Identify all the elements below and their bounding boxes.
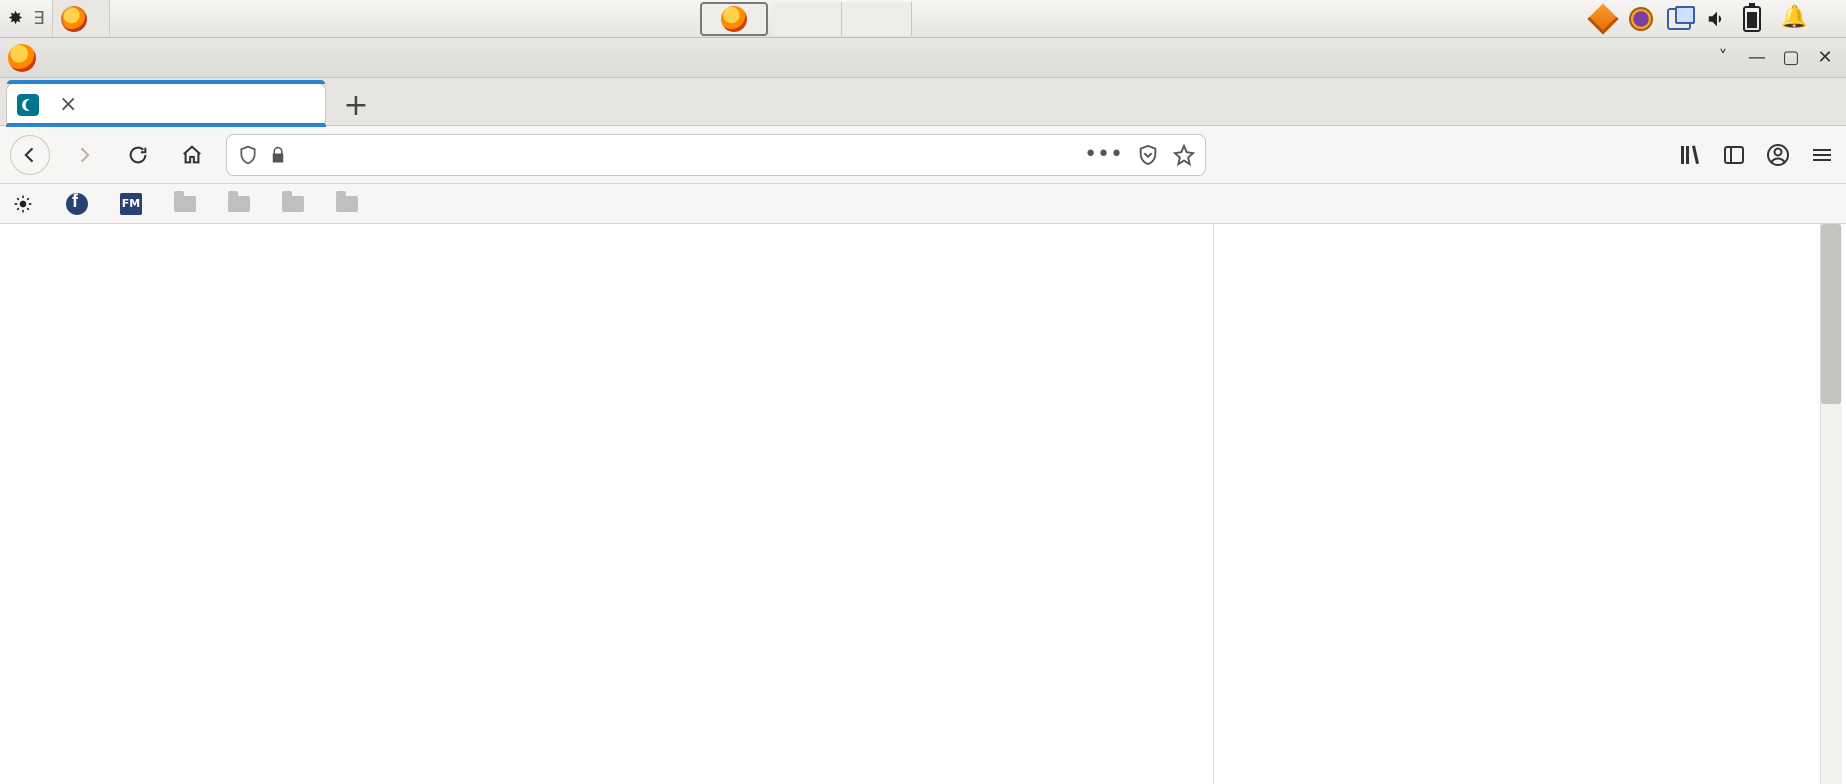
navigation-toolbar: ••• bbox=[0, 126, 1846, 184]
toolbar-right bbox=[1676, 141, 1836, 169]
page-sidebar bbox=[1213, 224, 1713, 784]
taskbar-item-firefox[interactable] bbox=[53, 0, 110, 37]
battery-indicator[interactable] bbox=[1743, 6, 1767, 32]
new-tab-button[interactable]: + bbox=[336, 85, 376, 125]
home-button[interactable] bbox=[172, 135, 212, 175]
page-actions-icon[interactable]: ••• bbox=[1084, 142, 1123, 167]
taskbar-slot[interactable] bbox=[772, 2, 842, 36]
tray-updates-icon[interactable] bbox=[1629, 7, 1653, 31]
network-icon[interactable] bbox=[1667, 7, 1691, 31]
fedora-icon bbox=[66, 193, 88, 215]
fm-icon: FM bbox=[120, 193, 142, 215]
page-viewport bbox=[0, 224, 1846, 784]
desktop-panel: ✸ ∃ 🔔 bbox=[0, 0, 1846, 38]
back-button[interactable] bbox=[10, 135, 50, 175]
taskbar-slot[interactable] bbox=[842, 2, 912, 36]
taskbar-active-window[interactable] bbox=[700, 2, 768, 36]
folder-icon bbox=[174, 196, 196, 212]
folder-icon bbox=[228, 196, 250, 212]
sidebar-icon[interactable] bbox=[1720, 141, 1748, 169]
taskbar-empty-slots bbox=[772, 2, 912, 36]
lock-icon[interactable] bbox=[269, 146, 287, 164]
download-list bbox=[223, 224, 1213, 784]
bookmark-fedora-magazine[interactable]: FM bbox=[120, 193, 150, 215]
firefox-icon bbox=[721, 6, 747, 32]
window-minimize-button[interactable]: — bbox=[1740, 42, 1774, 72]
window-titlebar: ˅ — ▢ ✕ bbox=[0, 38, 1846, 78]
window-minimize-down-icon[interactable]: ˅ bbox=[1706, 42, 1740, 72]
bookmark-red-hat[interactable] bbox=[282, 196, 312, 212]
window-controls: ˅ — ▢ ✕ bbox=[1706, 42, 1842, 72]
bookmark-free-content[interactable] bbox=[336, 196, 366, 212]
bookmark-star-icon[interactable] bbox=[1173, 144, 1195, 166]
applications-chevron-icon: ∃ bbox=[33, 8, 44, 29]
window-close-button[interactable]: ✕ bbox=[1808, 42, 1842, 72]
hamburger-menu-icon[interactable] bbox=[1808, 141, 1836, 169]
applications-icon: ✸ bbox=[8, 8, 23, 29]
library-icon[interactable] bbox=[1676, 141, 1704, 169]
battery-icon bbox=[1743, 6, 1761, 32]
scrollbar-thumb[interactable] bbox=[1821, 224, 1841, 404]
bookmark-fedora-project[interactable] bbox=[174, 196, 204, 212]
firefox-icon bbox=[8, 44, 36, 72]
reload-button[interactable] bbox=[118, 135, 158, 175]
firefox-window: ˅ — ▢ ✕ × + bbox=[0, 38, 1846, 784]
url-bar[interactable]: ••• bbox=[226, 134, 1206, 176]
firefox-icon bbox=[61, 6, 87, 32]
tracking-protection-icon[interactable] bbox=[237, 144, 259, 166]
browser-tab[interactable]: × bbox=[6, 83, 326, 125]
url-bar-actions: ••• bbox=[1084, 142, 1195, 167]
tab-bar: × + bbox=[0, 78, 1846, 126]
volume-icon[interactable] bbox=[1705, 7, 1729, 31]
bookmark-fedora-docs[interactable] bbox=[66, 193, 96, 215]
bookmarks-toolbar: FM bbox=[0, 184, 1846, 224]
bookmark-user-communities[interactable] bbox=[228, 196, 258, 212]
star-gear-icon bbox=[12, 193, 34, 215]
forward-button[interactable] bbox=[64, 135, 104, 175]
folder-icon bbox=[282, 196, 304, 212]
tab-favicon-icon bbox=[17, 94, 39, 116]
account-icon[interactable] bbox=[1764, 141, 1792, 169]
folder-icon bbox=[336, 196, 358, 212]
tray-app-icon[interactable] bbox=[1591, 7, 1615, 31]
applications-menu[interactable]: ✸ ∃ bbox=[0, 0, 53, 37]
window-maximize-button[interactable]: ▢ bbox=[1774, 42, 1808, 72]
system-tray: 🔔 bbox=[1591, 0, 1846, 37]
bookmark-most-visited[interactable] bbox=[12, 193, 42, 215]
tab-close-button[interactable]: × bbox=[59, 94, 77, 116]
pocket-icon[interactable] bbox=[1137, 144, 1159, 166]
notifications-icon[interactable]: 🔔 bbox=[1781, 5, 1808, 30]
